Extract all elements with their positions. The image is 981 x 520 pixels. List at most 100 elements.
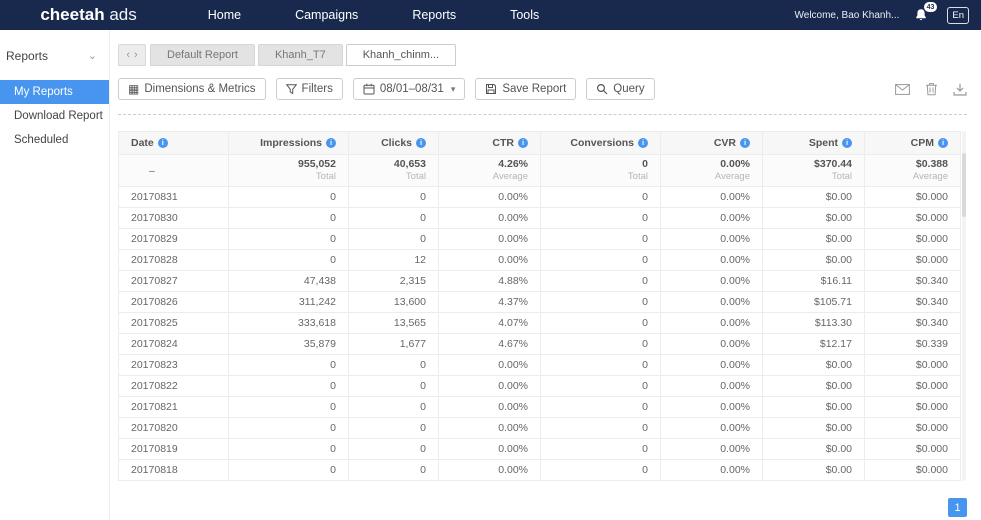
table-row[interactable]: 20170823 0 0 0.00% 0 0.00% $0.00 $0.000 bbox=[118, 354, 961, 376]
sidebar-section-label: Reports bbox=[6, 49, 49, 63]
value-cell: $0.00 bbox=[762, 186, 865, 208]
value-cell: $0.000 bbox=[864, 417, 961, 439]
nav-item[interactable]: Tools bbox=[483, 0, 566, 30]
nav-item[interactable]: Home bbox=[181, 0, 268, 30]
trash-icon[interactable] bbox=[925, 82, 938, 96]
nav-item[interactable]: Campaigns bbox=[268, 0, 385, 30]
value-cell: 333,618 bbox=[228, 312, 349, 334]
dimensions-metrics-button[interactable]: ▦ Dimensions & Metrics bbox=[118, 78, 266, 100]
value-cell: 0.00% bbox=[660, 228, 763, 250]
value-cell: 0 bbox=[540, 375, 661, 397]
query-button[interactable]: Query bbox=[586, 78, 655, 100]
value-cell: 0.00% bbox=[438, 396, 541, 418]
column-header[interactable]: Conversions bbox=[540, 131, 661, 155]
info-icon[interactable] bbox=[416, 138, 426, 148]
tab-label: Khanh_chinm... bbox=[362, 49, 440, 61]
value-cell: $0.00 bbox=[762, 459, 865, 481]
calendar-icon bbox=[363, 83, 375, 95]
table-scrollbar[interactable] bbox=[962, 131, 966, 481]
back-icon[interactable]: ‹ bbox=[126, 49, 130, 61]
nav-item-label: Home bbox=[207, 8, 242, 22]
info-icon[interactable] bbox=[638, 138, 648, 148]
totals-cell: $0.388 Average bbox=[864, 154, 961, 187]
column-label: Spent bbox=[808, 137, 838, 149]
table-row[interactable]: 20170818 0 0 0.00% 0 0.00% $0.00 $0.000 bbox=[118, 459, 961, 481]
value-cell: 0 bbox=[540, 291, 661, 313]
nav-item-label: Reports bbox=[412, 8, 457, 22]
column-header[interactable]: CVR bbox=[660, 131, 763, 155]
value-cell: $0.000 bbox=[864, 438, 961, 460]
filters-button[interactable]: Filters bbox=[275, 78, 343, 100]
table-row[interactable]: 20170821 0 0 0.00% 0 0.00% $0.00 $0.000 bbox=[118, 396, 961, 418]
column-header[interactable]: CPM bbox=[864, 131, 961, 155]
sidebar-item-label: Download Report bbox=[14, 110, 103, 122]
info-icon[interactable] bbox=[740, 138, 750, 148]
info-icon[interactable] bbox=[157, 138, 168, 148]
sidebar-section-reports[interactable]: Reports ⌄ bbox=[0, 44, 109, 68]
main-nav: Home Campaigns Reports Tools bbox=[181, 0, 567, 30]
column-header[interactable]: Impressions bbox=[228, 131, 349, 155]
report-tab[interactable]: Default Report bbox=[150, 44, 255, 66]
value-cell: 0.00% bbox=[660, 333, 763, 355]
content-area: Reports ⌄ My Reports Download Report Sch… bbox=[0, 30, 981, 520]
sidebar-item[interactable]: My Reports bbox=[0, 80, 109, 104]
table-row[interactable]: 20170822 0 0 0.00% 0 0.00% $0.00 $0.000 bbox=[118, 375, 961, 397]
table-row[interactable]: 20170826 311,242 13,600 4.37% 0 0.00% $105.71 $… bbox=[118, 291, 961, 313]
welcome-text: Welcome, Bao Khanh... bbox=[794, 9, 900, 21]
table-row[interactable]: 20170831 0 0 0.00% 0 0.00% $0.00 $0.000 bbox=[118, 186, 961, 208]
pagination-page-button[interactable]: 1 bbox=[948, 498, 967, 517]
column-header[interactable]: Date bbox=[118, 131, 229, 155]
value-cell: 0 bbox=[540, 312, 661, 334]
value-cell: 0 bbox=[228, 207, 349, 229]
column-label: CPM bbox=[910, 137, 934, 149]
date-cell: 20170819 bbox=[118, 438, 229, 460]
search-icon bbox=[596, 83, 608, 95]
date-range-button[interactable]: 08/01–08/31 ▾ bbox=[352, 78, 466, 100]
report-tab[interactable]: Khanh_T7 bbox=[257, 44, 343, 66]
info-icon[interactable] bbox=[842, 138, 852, 148]
main-panel: ‹ › Default Report Khanh_T7 Khanh_chinm.… bbox=[110, 30, 981, 520]
forward-icon[interactable]: › bbox=[134, 49, 138, 61]
scrollbar-thumb[interactable] bbox=[962, 153, 966, 217]
value-cell: 0.00% bbox=[438, 354, 541, 376]
sidebar-item[interactable]: Scheduled bbox=[0, 128, 109, 152]
tab-scroll-arrows[interactable]: ‹ › bbox=[118, 44, 146, 66]
nav-item[interactable]: Reports bbox=[385, 0, 483, 30]
notification-bell-icon[interactable]: 43 bbox=[914, 2, 938, 22]
save-report-button[interactable]: Save Report bbox=[475, 78, 577, 100]
info-icon[interactable] bbox=[326, 138, 336, 148]
table-row[interactable]: 20170830 0 0 0.00% 0 0.00% $0.00 $0.000 bbox=[118, 207, 961, 229]
table-row[interactable]: 20170825 333,618 13,565 4.07% 0 0.00% $113.30 $… bbox=[118, 312, 961, 334]
value-cell: $0.000 bbox=[864, 459, 961, 481]
table-row[interactable]: 20170819 0 0 0.00% 0 0.00% $0.00 $0.000 bbox=[118, 438, 961, 460]
language-selector[interactable]: En bbox=[947, 6, 969, 24]
column-header[interactable]: Spent bbox=[762, 131, 865, 155]
value-cell: 0 bbox=[540, 396, 661, 418]
sidebar-item[interactable]: Download Report bbox=[0, 104, 109, 128]
value-cell: $0.000 bbox=[864, 228, 961, 250]
value-cell: $105.71 bbox=[762, 291, 865, 313]
column-header[interactable]: CTR bbox=[438, 131, 541, 155]
mail-icon[interactable] bbox=[895, 83, 910, 95]
download-icon[interactable] bbox=[953, 83, 967, 96]
info-icon[interactable] bbox=[518, 138, 528, 148]
value-cell: 0.00% bbox=[438, 375, 541, 397]
table-row[interactable]: 20170828 0 12 0.00% 0 0.00% $0.00 $0.000 bbox=[118, 249, 961, 271]
value-cell: $0.00 bbox=[762, 228, 865, 250]
table-row[interactable]: 20170827 47,438 2,315 4.88% 0 0.00% $16.11 $0.3… bbox=[118, 270, 961, 292]
table-row[interactable]: 20170820 0 0 0.00% 0 0.00% $0.00 $0.000 bbox=[118, 417, 961, 439]
app-window: cheetah ads Home Campaigns Reports Tools bbox=[0, 0, 981, 520]
caret-down-icon: ▾ bbox=[450, 83, 456, 94]
date-cell: 20170827 bbox=[118, 270, 229, 292]
totals-date-cell: – bbox=[118, 154, 229, 187]
value-cell: 0 bbox=[348, 396, 439, 418]
value-cell: 0 bbox=[228, 249, 349, 271]
value-cell: 2,315 bbox=[348, 270, 439, 292]
info-icon[interactable] bbox=[938, 138, 948, 148]
table-row[interactable]: 20170824 35,879 1,677 4.67% 0 0.00% $12.17 $0.3… bbox=[118, 333, 961, 355]
report-tab[interactable]: Khanh_chinm... bbox=[345, 44, 457, 66]
column-header[interactable]: Clicks bbox=[348, 131, 439, 155]
totals-cell: 4.26% Average bbox=[438, 154, 541, 187]
table-row[interactable]: 20170829 0 0 0.00% 0 0.00% $0.00 $0.000 bbox=[118, 228, 961, 250]
filter-icon bbox=[285, 83, 297, 95]
